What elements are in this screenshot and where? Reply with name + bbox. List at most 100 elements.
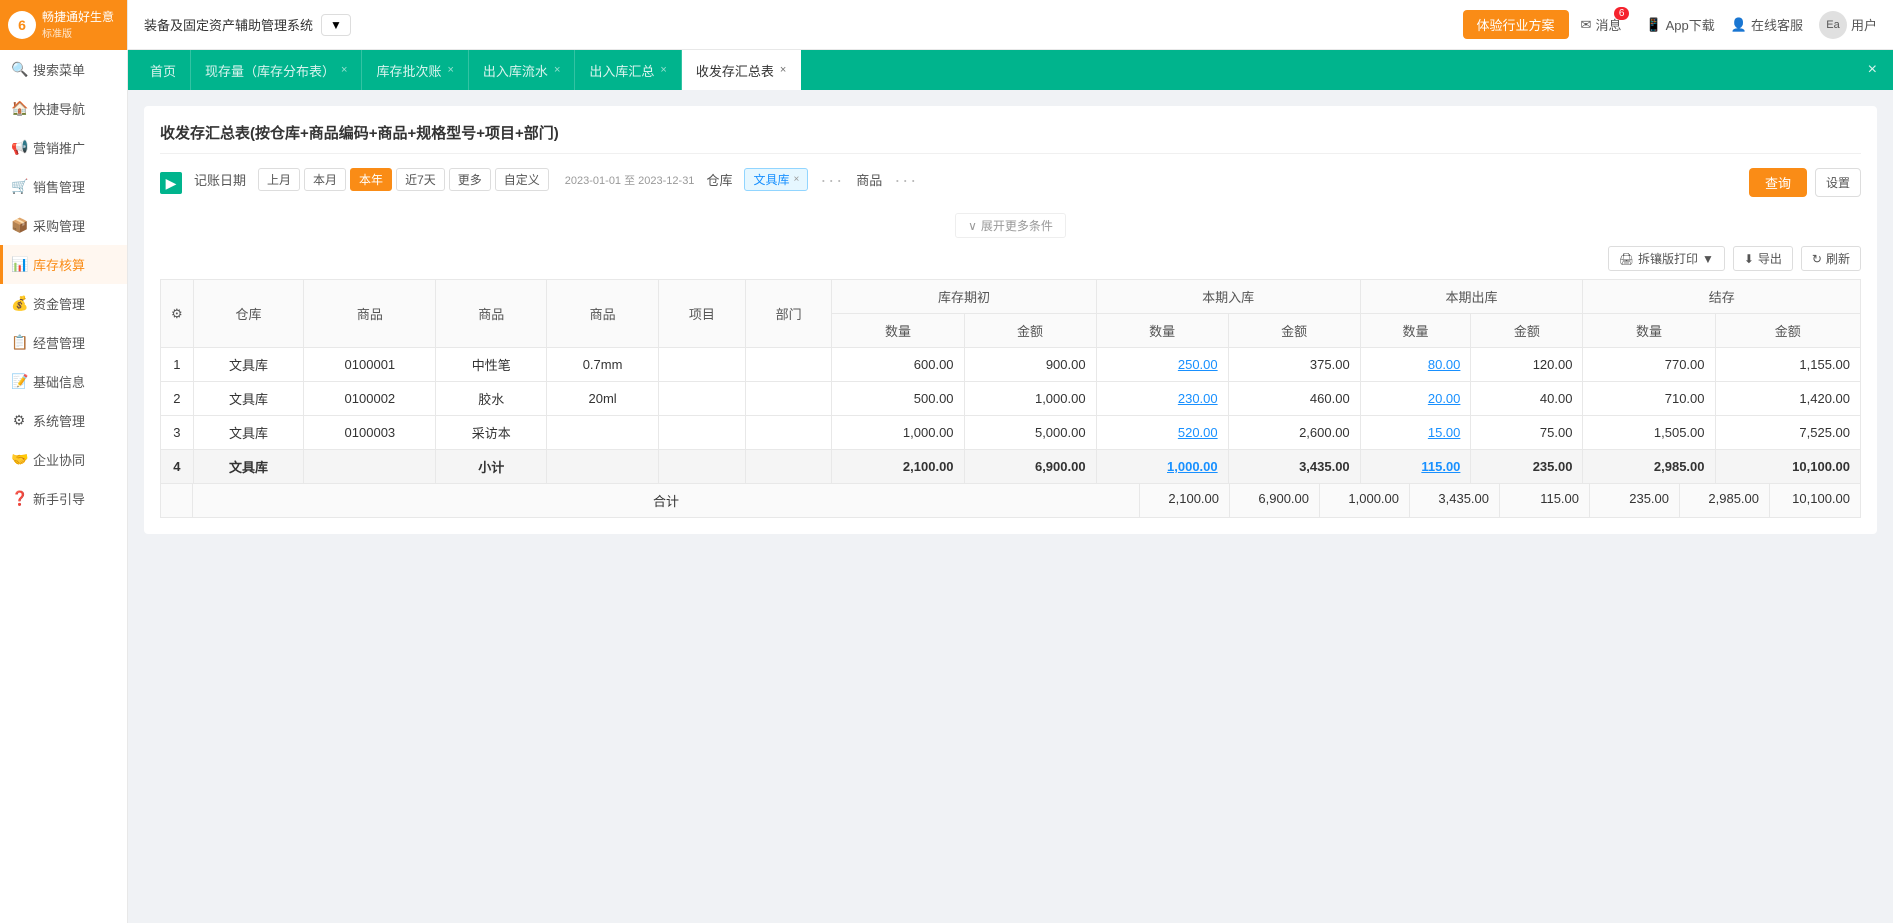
shortcut-custom[interactable]: 自定义 bbox=[495, 168, 549, 191]
tab-home[interactable]: 首页 bbox=[136, 50, 191, 90]
settings-button[interactable]: 设置 bbox=[1815, 168, 1861, 197]
sidebar-item-marketing[interactable]: 📢 营销推广 bbox=[0, 128, 127, 167]
sidebar-item-enterprise[interactable]: 🤝 企业协同 bbox=[0, 440, 127, 479]
sidebar-item-operation[interactable]: 📋 经营管理 bbox=[0, 323, 127, 362]
subtotal-row: 4 文具库 小计 2,100.00 6,900.00 1,000.00 3,43… bbox=[161, 450, 1861, 484]
total-out-qty: 115.00 bbox=[1500, 484, 1590, 517]
row-name: 中性笔 bbox=[436, 348, 547, 382]
warehouse-tag[interactable]: 文具库 × bbox=[744, 168, 808, 191]
sidebar-item-finance[interactable]: 💰 资金管理 bbox=[0, 284, 127, 323]
tab-close-batch[interactable]: × bbox=[447, 64, 453, 76]
shortcut-this-month[interactable]: 本月 bbox=[304, 168, 346, 191]
date-label: 记账日期 bbox=[194, 170, 246, 189]
newbie-icon: ❓ bbox=[11, 490, 27, 507]
filter-bar: ▶ 记账日期 上月 本月 本年 近7天 更多 自定义 2023-01-01 至 … bbox=[160, 168, 1861, 199]
sidebar-item-quick[interactable]: 🏠 快捷导航 bbox=[0, 89, 127, 128]
tab-bar-close-button[interactable]: × bbox=[1860, 61, 1885, 79]
tab-close-recv-summary[interactable]: × bbox=[780, 64, 786, 76]
refresh-button[interactable]: ↻ 刷新 bbox=[1801, 246, 1861, 271]
enterprise-icon: 🤝 bbox=[11, 451, 27, 468]
subtotal-init-amt: 6,900.00 bbox=[964, 450, 1096, 484]
operation-icon: 📋 bbox=[11, 334, 27, 351]
row-init-amt: 900.00 bbox=[964, 348, 1096, 382]
user-action[interactable]: Ea 用户 bbox=[1819, 11, 1877, 39]
export-button[interactable]: ⬇ 导出 bbox=[1733, 246, 1793, 271]
col-code-header: 商品 bbox=[304, 280, 436, 348]
row-code: 0100001 bbox=[304, 348, 436, 382]
main-area: 装备及固定资产辅助管理系统 ▼ 体验行业方案 ✉ 消息 6 📱 App下载 👤 … bbox=[128, 0, 1893, 923]
tab-stock-dist[interactable]: 现存量（库存分布表） × bbox=[191, 50, 362, 90]
inventory-icon: 📊 bbox=[11, 256, 27, 273]
goods-more-dots[interactable]: ··· bbox=[894, 171, 918, 189]
export-icon: ⬇ bbox=[1744, 252, 1754, 266]
filter-actions: 查询 设置 bbox=[1749, 168, 1861, 197]
subtotal-warehouse: 文具库 bbox=[193, 450, 304, 484]
row-out-qty[interactable]: 15.00 bbox=[1360, 416, 1471, 450]
table-total-row: 合计 2,100.00 6,900.00 1,000.00 3,435.00 1… bbox=[160, 484, 1861, 518]
print-dropdown-icon: ▼ bbox=[1702, 252, 1714, 266]
message-action[interactable]: ✉ 消息 6 bbox=[1581, 15, 1622, 34]
tab-close-stock-dist[interactable]: × bbox=[341, 64, 347, 76]
row-code: 0100003 bbox=[304, 416, 436, 450]
tab-close-summary[interactable]: × bbox=[660, 64, 666, 76]
subtotal-in-qty[interactable]: 1,000.00 bbox=[1096, 450, 1228, 484]
warehouse-label: 仓库 bbox=[706, 170, 732, 189]
sidebar-item-purchase[interactable]: 📦 采购管理 bbox=[0, 206, 127, 245]
sidebar-item-search[interactable]: 🔍 搜索菜单 bbox=[0, 50, 127, 89]
sidebar-nav: 🔍 搜索菜单 🏠 快捷导航 📢 营销推广 🛒 销售管理 📦 采购管理 📊 库存核… bbox=[0, 50, 127, 923]
filter-fields: 记账日期 上月 本月 本年 近7天 更多 自定义 2023-01-01 至 20… bbox=[194, 168, 1737, 199]
warehouse-more-dots[interactable]: ··· bbox=[820, 171, 844, 189]
row-out-qty[interactable]: 80.00 bbox=[1360, 348, 1471, 382]
date-shortcuts: 上月 本月 本年 近7天 更多 自定义 bbox=[258, 168, 549, 191]
row-project bbox=[659, 416, 746, 450]
trial-button[interactable]: 体验行业方案 bbox=[1463, 10, 1569, 39]
total-bal-qty: 2,985.00 bbox=[1680, 484, 1770, 517]
system-dropdown-button[interactable]: ▼ bbox=[321, 14, 351, 36]
row-in-qty[interactable]: 230.00 bbox=[1096, 382, 1228, 416]
tab-flow[interactable]: 出入库流水 × bbox=[469, 50, 575, 90]
shortcut-7days[interactable]: 近7天 bbox=[396, 168, 445, 191]
col-out-amt-header: 金额 bbox=[1471, 314, 1583, 348]
shortcut-more[interactable]: 更多 bbox=[449, 168, 491, 191]
sidebar-item-basic[interactable]: 📝 基础信息 bbox=[0, 362, 127, 401]
message-badge: 6 bbox=[1614, 7, 1630, 20]
row-out-amt: 75.00 bbox=[1471, 416, 1583, 450]
sidebar-item-system[interactable]: ⚙ 系统管理 bbox=[0, 401, 127, 440]
subtotal-bal-amt: 10,100.00 bbox=[1715, 450, 1861, 484]
row-in-qty[interactable]: 520.00 bbox=[1096, 416, 1228, 450]
sidebar-item-newbie[interactable]: ❓ 新手引导 bbox=[0, 479, 127, 518]
sidebar-item-sales[interactable]: 🛒 销售管理 bbox=[0, 167, 127, 206]
col-out-header: 本期出库 bbox=[1360, 280, 1583, 314]
print-icon: 🖨 bbox=[1619, 252, 1634, 266]
sidebar: 6 畅捷通好生意 标准版 🔍 搜索菜单 🏠 快捷导航 📢 营销推广 🛒 销售管理… bbox=[0, 0, 128, 923]
row-out-qty[interactable]: 20.00 bbox=[1360, 382, 1471, 416]
row-in-qty[interactable]: 250.00 bbox=[1096, 348, 1228, 382]
basic-icon: 📝 bbox=[11, 373, 27, 390]
row-project bbox=[659, 348, 746, 382]
query-button[interactable]: 查询 bbox=[1749, 168, 1807, 197]
warehouse-tag-close-button[interactable]: × bbox=[793, 174, 799, 185]
tab-summary[interactable]: 出入库汇总 × bbox=[575, 50, 681, 90]
subtotal-project bbox=[659, 450, 746, 484]
row-out-amt: 120.00 bbox=[1471, 348, 1583, 382]
expand-more-button[interactable]: ∨ 展开更多条件 bbox=[955, 213, 1066, 238]
tab-batch[interactable]: 库存批次账 × bbox=[362, 50, 468, 90]
table-row: 3 文具库 0100003 采访本 1,000.00 5,000.00 520.… bbox=[161, 416, 1861, 450]
col-out-qty-header: 数量 bbox=[1360, 314, 1471, 348]
home-icon: 🏠 bbox=[11, 100, 27, 117]
online-service-action[interactable]: 👤 在线客服 bbox=[1731, 15, 1803, 34]
subtotal-dept bbox=[745, 450, 832, 484]
shortcut-this-year[interactable]: 本年 bbox=[350, 168, 392, 191]
shortcut-last-month[interactable]: 上月 bbox=[258, 168, 300, 191]
tab-close-flow[interactable]: × bbox=[554, 64, 560, 76]
print-button[interactable]: 🖨 拆镶版打印 ▼ bbox=[1608, 246, 1725, 271]
sidebar-item-inventory[interactable]: 📊 库存核算 bbox=[0, 245, 127, 284]
app-download-action[interactable]: 📱 App下载 bbox=[1645, 15, 1714, 34]
subtotal-out-qty[interactable]: 115.00 bbox=[1360, 450, 1471, 484]
subtotal-code bbox=[304, 450, 436, 484]
filter-toggle-button[interactable]: ▶ bbox=[160, 172, 182, 194]
row-spec: 0.7mm bbox=[547, 348, 659, 382]
tab-recv-summary[interactable]: 收发存汇总表 × bbox=[682, 50, 801, 90]
message-icon: ✉ bbox=[1581, 17, 1592, 33]
subtotal-name: 小计 bbox=[436, 450, 547, 484]
